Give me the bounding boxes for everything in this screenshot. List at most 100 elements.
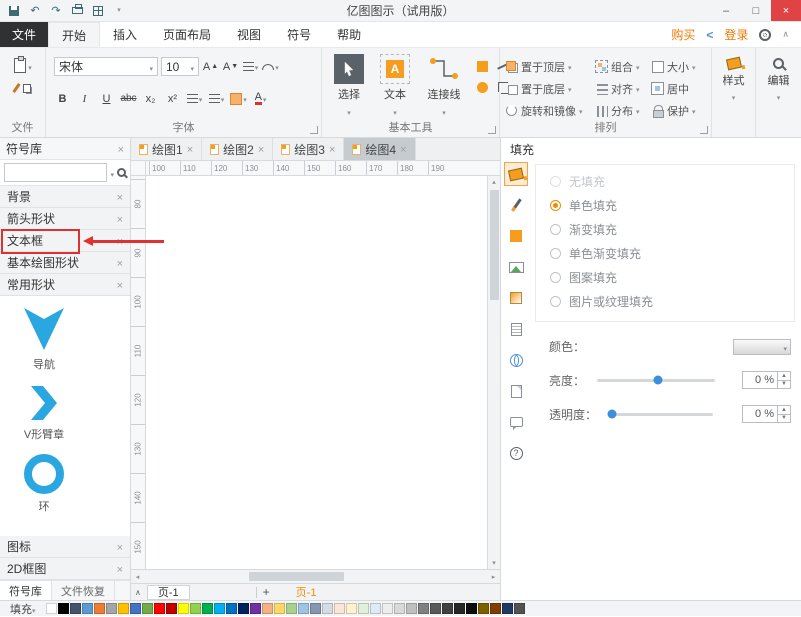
library-section-icons[interactable]: 图标 <box>0 536 130 558</box>
brightness-slider[interactable] <box>597 379 715 382</box>
paste-dropdown-icon[interactable] <box>28 59 32 73</box>
tab-help[interactable]: 帮助 <box>324 22 374 47</box>
option-picture-texture-fill[interactable]: 图片或纹理填充 <box>536 289 794 313</box>
scroll-left-icon[interactable]: ◂ <box>131 570 144 583</box>
palette-color[interactable] <box>442 603 453 614</box>
align-dropdown-icon2[interactable] <box>636 83 640 95</box>
group-dropdown-icon[interactable] <box>636 61 640 73</box>
tab-insert[interactable]: 插入 <box>100 22 150 47</box>
size-dropdown-icon[interactable] <box>692 61 696 73</box>
save-icon[interactable] <box>7 4 21 18</box>
section-close-icon[interactable] <box>117 190 123 204</box>
fill-tool-button[interactable] <box>504 162 528 186</box>
tab-page-layout[interactable]: 页面布局 <box>150 22 224 47</box>
subscript-button[interactable]: x₂ <box>142 90 159 107</box>
brightness-slider-thumb[interactable] <box>654 376 663 385</box>
palette-color[interactable] <box>466 603 477 614</box>
palette-color[interactable] <box>166 603 177 614</box>
palette-color[interactable] <box>58 603 69 614</box>
pages-collapse-icon[interactable] <box>135 586 141 598</box>
text-tool-button[interactable]: A 文本 <box>376 54 414 118</box>
library-close-icon[interactable] <box>118 142 124 156</box>
italic-button[interactable]: I <box>76 90 93 107</box>
shadow-tool-button[interactable] <box>504 224 528 248</box>
shape-navigation[interactable]: 导航 <box>8 306 80 372</box>
option-solid-fill[interactable]: 单色填充 <box>536 193 794 217</box>
doc-tab-drawing3[interactable]: 绘图3 <box>273 138 344 160</box>
distribute-dropdown-icon[interactable] <box>636 105 640 117</box>
buy-button[interactable]: 购买 <box>671 26 695 43</box>
palette-color[interactable] <box>250 603 261 614</box>
opacity-spinner[interactable]: ▲▼ <box>777 406 790 422</box>
spin-down-icon[interactable]: ▼ <box>778 414 790 423</box>
spin-down-icon[interactable]: ▼ <box>778 380 790 389</box>
scroll-up-icon[interactable]: ▴ <box>488 176 500 188</box>
minimize-button[interactable]: – <box>711 0 741 21</box>
print-icon[interactable] <box>70 4 84 18</box>
login-button[interactable]: 登录 <box>724 26 748 43</box>
brightness-spinner[interactable]: ▲▼ <box>777 372 790 388</box>
palette-color[interactable] <box>238 603 249 614</box>
gradient-tool-button[interactable] <box>504 286 528 310</box>
collapse-ribbon-icon[interactable]: ∧ <box>782 29 789 40</box>
color-swatch-button[interactable] <box>733 339 791 355</box>
protect-dropdown-icon[interactable] <box>692 105 696 117</box>
palette-color[interactable] <box>358 603 369 614</box>
increase-font-button[interactable]: A▲ <box>202 58 219 75</box>
drawing-canvas[interactable] <box>146 176 487 569</box>
note-tool-button[interactable] <box>504 317 528 341</box>
library-section-2d-block[interactable]: 2D框图 <box>0 558 130 580</box>
horizontal-scrollbar[interactable]: ◂ ▸ <box>131 569 500 583</box>
doc-tab-close-icon[interactable] <box>258 142 264 156</box>
palette-color[interactable] <box>322 603 333 614</box>
scroll-right-icon[interactable]: ▸ <box>487 570 500 583</box>
search-dropdown-icon[interactable] <box>110 166 114 180</box>
font-color-button[interactable]: A <box>252 90 269 107</box>
palette-color[interactable] <box>46 603 57 614</box>
font-size-combo[interactable]: 10 <box>161 57 199 76</box>
palette-color[interactable] <box>154 603 165 614</box>
spacing-dropdown-icon[interactable] <box>199 93 203 105</box>
align-dropdown-icon[interactable] <box>255 61 259 73</box>
palette-color[interactable] <box>382 603 393 614</box>
v-scroll-thumb[interactable] <box>490 190 499 300</box>
bring-to-front-button[interactable]: 置于顶层 <box>506 56 583 78</box>
shape-ring[interactable]: 环 <box>8 454 80 514</box>
tools-dialog-launcher-icon[interactable] <box>488 126 496 134</box>
section-close-icon[interactable] <box>117 540 123 554</box>
bullet-list-button[interactable] <box>208 90 225 107</box>
line-spacing-button[interactable] <box>186 90 203 107</box>
palette-color[interactable] <box>334 603 345 614</box>
section-close-icon[interactable] <box>117 234 123 248</box>
library-section-arrow-shapes[interactable]: 箭头形状 <box>0 208 130 230</box>
text-arc-button[interactable] <box>262 58 279 75</box>
line-tool-button[interactable] <box>504 193 528 217</box>
color-dropdown-icon[interactable] <box>783 340 787 354</box>
opacity-value-box[interactable]: 0 %▲▼ <box>742 405 791 423</box>
paste-button[interactable] <box>14 58 32 73</box>
palette-color[interactable] <box>118 603 129 614</box>
page-tab[interactable]: 页-1 <box>147 585 190 600</box>
palette-color[interactable] <box>406 603 417 614</box>
undo-icon[interactable]: ↶ <box>28 4 42 18</box>
size-button[interactable]: 大小 <box>652 56 696 78</box>
palette-color[interactable] <box>82 603 93 614</box>
maximize-button[interactable]: □ <box>741 0 771 21</box>
palette-color[interactable] <box>490 603 501 614</box>
palette-color[interactable] <box>370 603 381 614</box>
bring-front-dropdown-icon[interactable] <box>568 61 572 73</box>
palette-color[interactable] <box>226 603 237 614</box>
palette-color[interactable] <box>310 603 321 614</box>
section-close-icon[interactable] <box>117 562 123 576</box>
strikethrough-button[interactable]: abc <box>120 90 137 107</box>
font-color-dropdown-icon[interactable] <box>263 93 267 105</box>
share-icon[interactable]: < <box>706 28 713 42</box>
comment-tool-button[interactable] <box>504 410 528 434</box>
palette-color[interactable] <box>514 603 525 614</box>
align-button[interactable]: 对齐 <box>596 78 640 100</box>
palette-color[interactable] <box>142 603 153 614</box>
hyperlink-tool-button[interactable] <box>504 348 528 372</box>
style-dropdown-icon[interactable] <box>732 91 736 103</box>
copy-icon[interactable] <box>23 84 31 93</box>
tab-view[interactable]: 视图 <box>224 22 274 47</box>
